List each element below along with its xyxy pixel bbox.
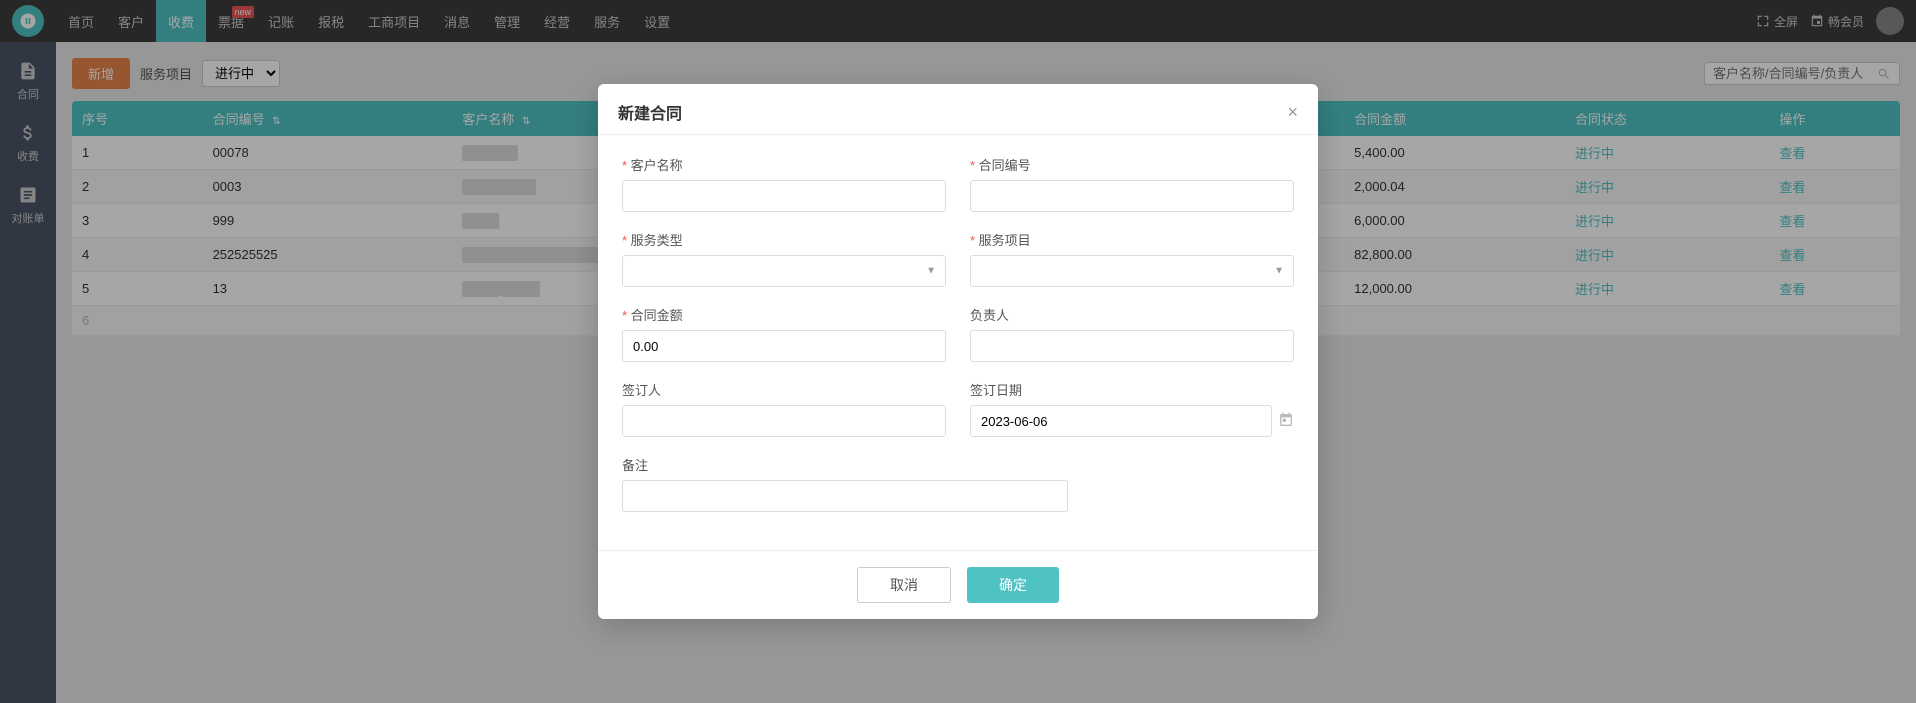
field-contract-no: 合同编号 [970, 155, 1294, 212]
form-row-3: 合同金额 负责人 [622, 305, 1294, 362]
modal-footer: 取消 确定 [598, 550, 1318, 619]
contract-no-label: 合同编号 [970, 155, 1294, 174]
field-sign-date: 签订日期 [970, 380, 1294, 437]
new-contract-modal: 新建合同 × 客户名称 合同编号 服务类型 [598, 84, 1318, 619]
field-remark: 备注 [622, 455, 1068, 512]
contract-no-input[interactable] [970, 180, 1294, 212]
form-row-5: 备注 [622, 455, 1294, 512]
client-name-label: 客户名称 [622, 155, 946, 174]
sign-date-input[interactable] [970, 405, 1272, 437]
service-type-select-wrap [622, 255, 946, 287]
responsible-label: 负责人 [970, 305, 1294, 324]
modal-title: 新建合同 [618, 100, 682, 124]
contract-amount-input[interactable] [622, 330, 946, 362]
remark-input[interactable] [622, 480, 1068, 512]
responsible-input[interactable] [970, 330, 1294, 362]
service-type-select[interactable] [622, 255, 946, 287]
confirm-button[interactable]: 确定 [967, 567, 1059, 603]
client-name-input[interactable] [622, 180, 946, 212]
service-type-label: 服务类型 [622, 230, 946, 249]
modal-close-button[interactable]: × [1287, 103, 1298, 121]
form-row-1: 客户名称 合同编号 [622, 155, 1294, 212]
contract-amount-label: 合同金额 [622, 305, 946, 324]
sign-date-label: 签订日期 [970, 380, 1294, 399]
field-service-type: 服务类型 [622, 230, 946, 287]
signer-label: 签订人 [622, 380, 946, 399]
field-service-item: 服务项目 [970, 230, 1294, 287]
modal-overlay: 新建合同 × 客户名称 合同编号 服务类型 [0, 0, 1916, 703]
cancel-button[interactable]: 取消 [857, 567, 951, 603]
service-item-label: 服务项目 [970, 230, 1294, 249]
field-signer: 签订人 [622, 380, 946, 437]
service-item-select[interactable] [970, 255, 1294, 287]
service-item-select-wrap [970, 255, 1294, 287]
modal-header: 新建合同 × [598, 84, 1318, 135]
form-row-2: 服务类型 服务项目 [622, 230, 1294, 287]
field-contract-amount: 合同金额 [622, 305, 946, 362]
modal-body: 客户名称 合同编号 服务类型 服务项目 [598, 135, 1318, 550]
sign-date-wrapper [970, 405, 1294, 437]
calendar-icon[interactable] [1278, 412, 1294, 431]
signer-input[interactable] [622, 405, 946, 437]
remark-label: 备注 [622, 455, 1068, 474]
field-responsible: 负责人 [970, 305, 1294, 362]
form-row-4: 签订人 签订日期 [622, 380, 1294, 437]
field-client-name: 客户名称 [622, 155, 946, 212]
